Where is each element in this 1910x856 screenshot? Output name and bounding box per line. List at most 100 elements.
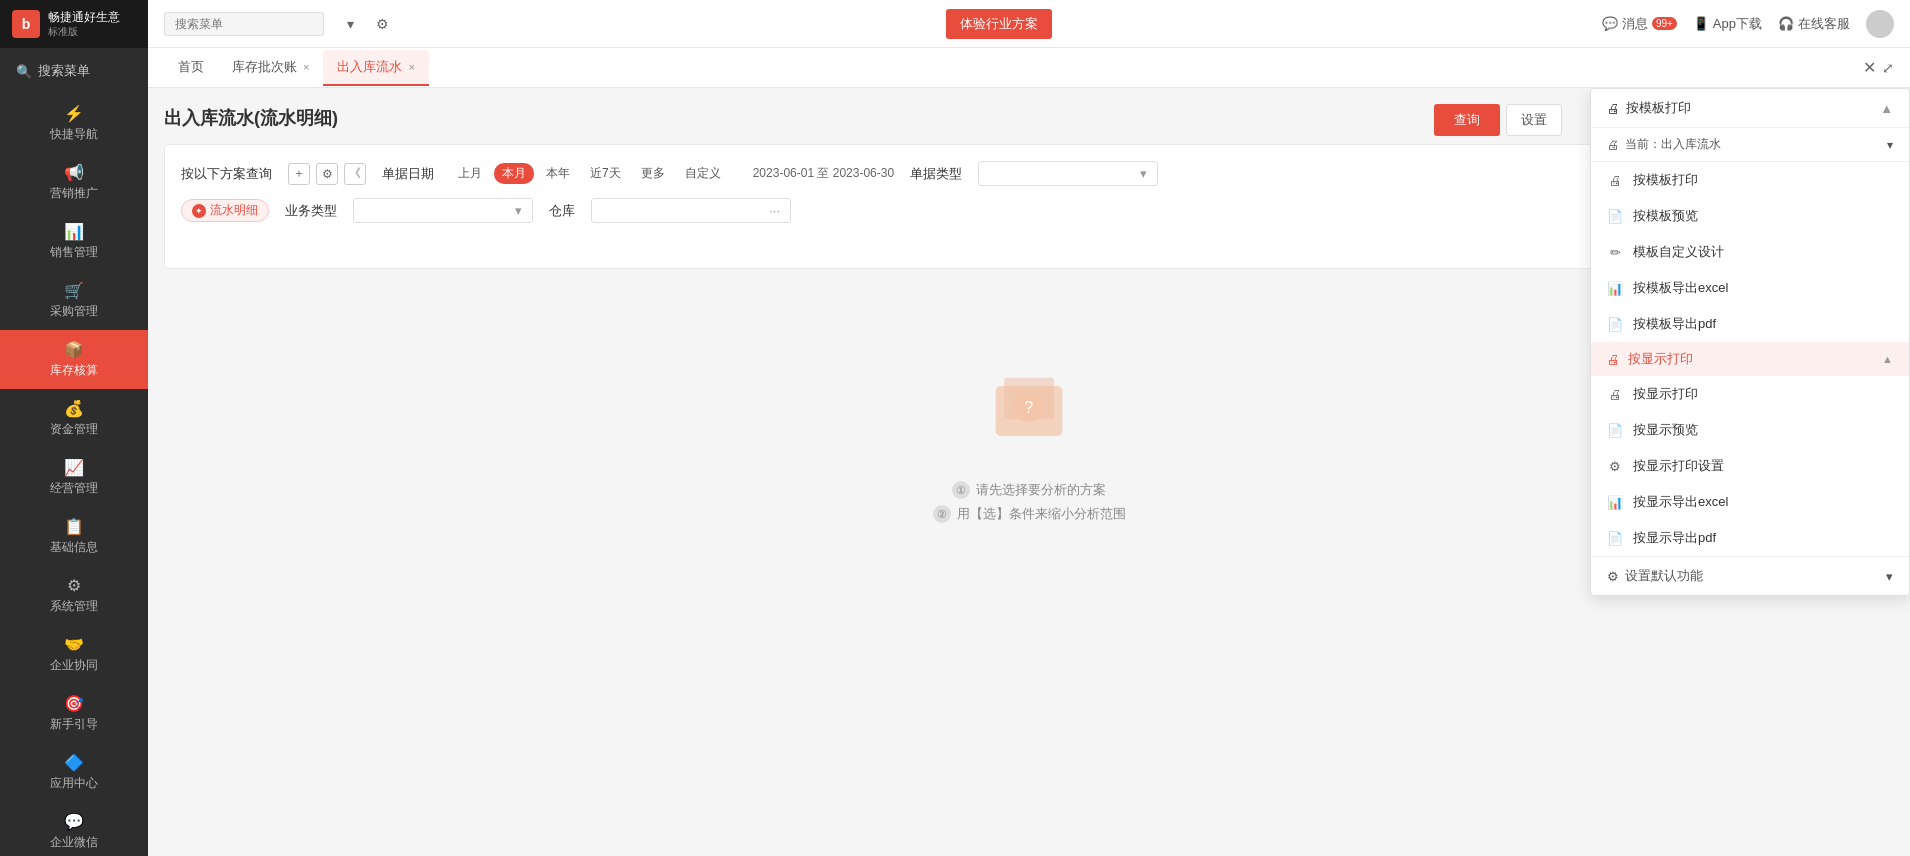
search-menu-item[interactable]: 🔍 搜索菜单 xyxy=(8,56,140,86)
hint-num-2: ② xyxy=(933,505,951,523)
sidebar-item-operations[interactable]: 📈经营管理 xyxy=(0,448,148,507)
date-tab-上月[interactable]: 上月 xyxy=(450,163,490,184)
footer-left: ⚙ 设置默认功能 xyxy=(1607,567,1703,585)
sidebar-item-enterprise[interactable]: 🤝企业协同 xyxy=(0,625,148,684)
industry-btn[interactable]: 体验行业方案 xyxy=(946,9,1052,39)
user-avatar[interactable] xyxy=(1866,10,1894,38)
basic-label: 基础信息 xyxy=(50,539,98,556)
filter-scheme-label: 按以下方案查询 xyxy=(181,165,272,183)
display-section-icon: 🖨 xyxy=(1607,352,1620,367)
filter-tag: ✦ 流水明细 xyxy=(181,199,269,222)
template-design-label: 模板自定义设计 xyxy=(1633,243,1724,261)
empty-icon: ? xyxy=(979,361,1079,461)
display-settings-label: 按显示打印设置 xyxy=(1633,457,1724,475)
app-download-item[interactable]: 📱 App下载 xyxy=(1693,15,1762,33)
sidebar-item-inventory[interactable]: 📦库存核算 xyxy=(0,330,148,389)
display-section-header[interactable]: 🖨 按显示打印 ▲ xyxy=(1591,342,1909,376)
template-print-icon: 🖨 xyxy=(1607,173,1623,188)
marketing-icon: 📢 xyxy=(64,163,84,182)
date-tabs: 上月本月本年近7天更多自定义 xyxy=(450,163,729,184)
template-pdf-label: 按模板导出pdf xyxy=(1633,315,1716,333)
date-tab-近7天[interactable]: 近7天 xyxy=(582,163,629,184)
download-icon: 📱 xyxy=(1693,16,1709,31)
dropdown-title: 按模板打印 xyxy=(1626,99,1691,117)
current-label: 当前：出入库流水 xyxy=(1625,136,1721,153)
current-label-group: 🖨 当前：出入库流水 xyxy=(1607,136,1721,153)
headset-icon: 🎧 xyxy=(1778,16,1794,31)
date-tab-本月[interactable]: 本月 xyxy=(494,163,534,184)
template-excel-item[interactable]: 📊 按模板导出excel xyxy=(1591,270,1909,306)
filter-collapse-btn[interactable]: 《 xyxy=(344,163,366,185)
dropdown-header: 🖨 按模板打印 ▲ xyxy=(1591,89,1909,128)
dropdown-current: 🖨 当前：出入库流水 ▾ xyxy=(1591,128,1909,162)
message-label: 消息 xyxy=(1622,15,1648,33)
display-pdf-item[interactable]: 📄 按显示导出pdf xyxy=(1591,520,1909,556)
maximize-icon[interactable]: ⤢ xyxy=(1882,60,1894,76)
sidebar-item-apps[interactable]: 🔷应用中心 xyxy=(0,743,148,802)
gear-icon[interactable]: ⚙ xyxy=(368,10,396,38)
empty-hint-2-text: 用【选】条件来缩小分析范围 xyxy=(957,505,1126,523)
doc-type-select[interactable]: ▾ xyxy=(978,161,1158,186)
display-excel-item[interactable]: 📊 按显示导出excel xyxy=(1591,484,1909,520)
dropdown-icon[interactable]: ▾ xyxy=(336,10,364,38)
finance-label: 资金管理 xyxy=(50,421,98,438)
sidebar-item-basic[interactable]: 📋基础信息 xyxy=(0,507,148,566)
warehouse-label: 仓库 xyxy=(549,202,575,220)
filter-settings-btn[interactable]: ⚙ xyxy=(316,163,338,185)
enterprise-label: 企业协同 xyxy=(50,657,98,674)
biz-type-chevron: ▾ xyxy=(515,203,522,218)
tab-home[interactable]: 首页 xyxy=(164,50,218,86)
tab-close-batch-account[interactable]: × xyxy=(303,61,309,73)
date-tab-更多[interactable]: 更多 xyxy=(633,163,673,184)
footer-icon: ⚙ xyxy=(1607,569,1619,584)
sidebar-item-sales[interactable]: 📊 销售管理 xyxy=(0,212,148,271)
template-preview-item[interactable]: 📄 按模板预览 xyxy=(1591,198,1909,234)
sidebar-item-finance[interactable]: 💰 资金管理 xyxy=(0,389,148,448)
page-title: 出入库流水(流水明细) xyxy=(164,106,338,130)
date-tab-自定义[interactable]: 自定义 xyxy=(677,163,729,184)
chevron-up-icon3[interactable]: ▲ xyxy=(1880,101,1893,116)
online-service-label: 在线客服 xyxy=(1798,15,1850,33)
footer-chevron: ▾ xyxy=(1886,569,1893,584)
display-settings-icon: ⚙ xyxy=(1607,459,1623,474)
warehouse-select[interactable]: ··· xyxy=(591,198,791,223)
query-btn[interactable]: 查询 xyxy=(1434,104,1500,136)
template-print-item[interactable]: 🖨 按模板打印 xyxy=(1591,162,1909,198)
sidebar-item-quick-nav[interactable]: ⚡快捷导航 xyxy=(0,94,148,153)
finance-icon: 💰 xyxy=(64,399,84,418)
sidebar-search-area: 🔍 搜索菜单 xyxy=(0,48,148,94)
tab-batch-account[interactable]: 库存批次账× xyxy=(218,50,323,86)
current-chevron[interactable]: ▾ xyxy=(1887,138,1893,152)
display-preview-item[interactable]: 📄 按显示预览 xyxy=(1591,412,1909,448)
display-settings-item[interactable]: ⚙ 按显示打印设置 xyxy=(1591,448,1909,484)
sidebar-item-marketing[interactable]: 📢营销推广 xyxy=(0,153,148,212)
sales-icon: 📊 xyxy=(64,222,84,241)
inventory-icon: 📦 xyxy=(64,340,84,359)
online-service-item[interactable]: 🎧 在线客服 xyxy=(1778,15,1850,33)
doc-type-chevron: ▾ xyxy=(1140,166,1147,181)
message-item[interactable]: 💬 消息 99+ xyxy=(1602,15,1677,33)
tab-flow[interactable]: 出入库流水× xyxy=(323,50,428,86)
tab-label-home: 首页 xyxy=(178,58,204,76)
biz-type-select[interactable]: ▾ xyxy=(353,198,533,223)
sidebar-nav: ⚡快捷导航📢营销推广 📊 销售管理 🛒采购管理📦库存核算 💰 资金管理 📈经营管理📋基础信息… xyxy=(0,94,148,856)
sidebar-item-system[interactable]: ⚙系统管理 xyxy=(0,566,148,625)
empty-hint-2: ② 用【选】条件来缩小分析范围 xyxy=(933,505,1126,523)
tab-close-flow[interactable]: × xyxy=(408,61,414,73)
filter-tag-label: 流水明细 xyxy=(210,202,258,219)
close-window-icon[interactable]: ✕ xyxy=(1863,58,1876,77)
setting-btn[interactable]: 设置 xyxy=(1506,104,1562,136)
topbar-search-input[interactable] xyxy=(164,12,324,36)
sales-label: 销售管理 xyxy=(50,244,98,261)
sidebar-item-guide[interactable]: 🎯新手引导 xyxy=(0,684,148,743)
template-pdf-item[interactable]: 📄 按模板导出pdf xyxy=(1591,306,1909,342)
date-tab-本年[interactable]: 本年 xyxy=(538,163,578,184)
content-area: 出入库流水(流水明细) 🖨 按模板打印 ▲ ↑ 导出 ↺ 刷新 xyxy=(148,88,1910,856)
sidebar-item-wechat[interactable]: 💬企业微信 xyxy=(0,802,148,856)
operations-icon: 📈 xyxy=(64,458,84,477)
dropdown-footer[interactable]: ⚙ 设置默认功能 ▾ xyxy=(1591,556,1909,595)
template-design-item[interactable]: ✏ 模板自定义设计 xyxy=(1591,234,1909,270)
filter-add-btn[interactable]: ＋ xyxy=(288,163,310,185)
display-print-item[interactable]: 🖨 按显示打印 xyxy=(1591,376,1909,412)
sidebar-item-purchase[interactable]: 🛒采购管理 xyxy=(0,271,148,330)
